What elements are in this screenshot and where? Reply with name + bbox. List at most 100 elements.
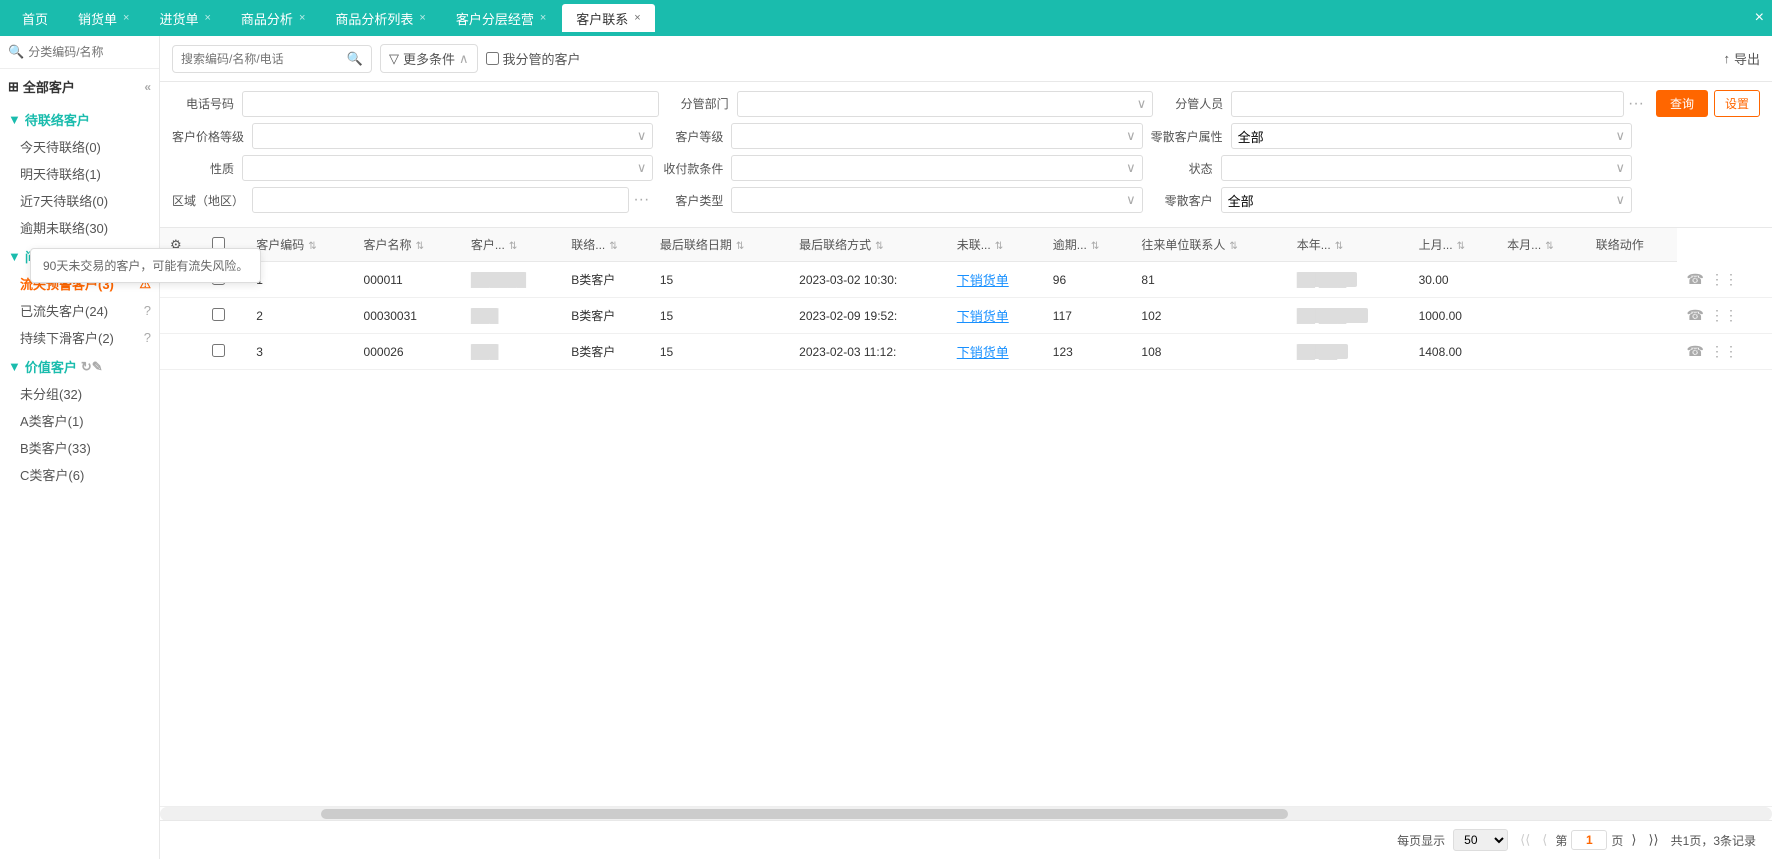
- contact-action-icon[interactable]: ☎: [1687, 343, 1704, 360]
- filter-customer-type-select[interactable]: ∨: [731, 187, 1142, 213]
- chevron-up-icon: ∧: [459, 51, 469, 67]
- my-customers-check[interactable]: [486, 52, 499, 65]
- cell-date: 2023-02-03 11:12:: [789, 334, 947, 370]
- row-checkbox[interactable]: [212, 308, 225, 321]
- filter-person-dots[interactable]: ···: [1624, 95, 1648, 113]
- filter-nature-label: 性质: [172, 160, 242, 177]
- filter-payment-select[interactable]: ∨: [731, 155, 1142, 181]
- sort-icon-this-year[interactable]: ⇅: [1335, 241, 1343, 252]
- sidebar-search-box[interactable]: 🔍: [0, 36, 159, 69]
- scroll-thumb[interactable]: [321, 809, 1288, 819]
- search-submit-icon[interactable]: 🔍: [347, 51, 363, 67]
- filter-person-select[interactable]: [1231, 91, 1624, 117]
- contact-method-link[interactable]: 下销货单: [957, 273, 1009, 288]
- tab-customer-segment-close[interactable]: ×: [540, 12, 546, 24]
- query-btn[interactable]: 查询: [1656, 90, 1708, 117]
- sidebar-collapse-btn[interactable]: «: [144, 80, 151, 94]
- contact-method-link[interactable]: 下销货单: [957, 345, 1009, 360]
- tab-sales[interactable]: 销货单 ×: [64, 4, 143, 32]
- last-page-btn[interactable]: ⟩⟩: [1644, 830, 1662, 850]
- sidebar-item-tomorrow-pending[interactable]: 明天待联络(1): [0, 160, 159, 187]
- sidebar-item-7day-pending[interactable]: 近7天待联络(0): [0, 187, 159, 214]
- filter-region-dots[interactable]: ···: [629, 191, 653, 209]
- more-action-icon[interactable]: ⋮⋮: [1710, 343, 1738, 360]
- tab-customer-segment[interactable]: 客户分层经营 ×: [442, 4, 560, 32]
- row-checkbox[interactable]: [212, 344, 225, 357]
- cell-contact: 15: [650, 334, 789, 370]
- tab-product-analysis[interactable]: 商品分析 ×: [227, 4, 319, 32]
- contact-action-icon[interactable]: ☎: [1687, 271, 1704, 288]
- filter-nature-select[interactable]: ∨: [242, 155, 653, 181]
- edit-icon[interactable]: ✎: [92, 359, 103, 375]
- sidebar-item-class-a[interactable]: A类客户(1): [0, 407, 159, 434]
- cell-checkbox[interactable]: [202, 298, 246, 334]
- cell-person: ██ ██...: [1287, 334, 1409, 370]
- filter-region-label: 区域（地区）: [172, 192, 252, 209]
- sort-icon-last-month[interactable]: ⇅: [1457, 241, 1465, 252]
- cell-checkbox[interactable]: [202, 334, 246, 370]
- cell-method[interactable]: 下销货单: [947, 334, 1043, 370]
- contact-method-link[interactable]: 下销货单: [957, 309, 1009, 324]
- filter-customer-level-select[interactable]: ∨: [731, 123, 1142, 149]
- per-page-select[interactable]: 50 100 200: [1453, 829, 1508, 851]
- filter-price-level-select[interactable]: ∨: [252, 123, 653, 149]
- sidebar-item-ungrouped[interactable]: 未分组(32): [0, 380, 159, 407]
- filter-dept-select[interactable]: ∨: [737, 91, 1154, 117]
- filter-status-select[interactable]: ∨: [1221, 155, 1632, 181]
- next-page-btn[interactable]: ⟩: [1627, 830, 1640, 850]
- tab-customer-contact-close[interactable]: ×: [634, 12, 640, 24]
- sidebar-all-customers[interactable]: ⊞ 全部客户 «: [0, 69, 159, 104]
- sort-icon-overdue[interactable]: ⇅: [1091, 241, 1099, 252]
- close-all-tabs[interactable]: ×: [1755, 9, 1764, 27]
- search-input[interactable]: [181, 52, 347, 66]
- more-action-icon[interactable]: ⋮⋮: [1710, 271, 1738, 288]
- refresh-icon[interactable]: ↻: [81, 359, 92, 375]
- sidebar-item-declining[interactable]: 持续下滑客户(2) ?: [0, 324, 159, 351]
- cell-method[interactable]: 下销货单: [947, 262, 1043, 298]
- sidebar-item-today-pending[interactable]: 今天待联络(0): [0, 133, 159, 160]
- filter-more-btn[interactable]: ▽ 更多条件 ∧: [380, 44, 478, 73]
- prev-page-btn[interactable]: ⟨: [1538, 830, 1551, 850]
- sidebar-search-input[interactable]: [28, 45, 151, 59]
- sort-icon-method[interactable]: ⇅: [875, 241, 883, 252]
- filter-status: 状态 ∨: [1151, 155, 1632, 181]
- sort-icon-contact[interactable]: ⇅: [609, 241, 617, 252]
- sort-icon-this-month[interactable]: ⇅: [1545, 241, 1553, 252]
- sidebar-group-value[interactable]: ▼ 价值客户 ↻ ✎: [0, 351, 159, 380]
- sort-icon-name[interactable]: ⇅: [416, 241, 424, 252]
- sidebar-item-churned[interactable]: 已流失客户(24) ?: [0, 297, 159, 324]
- tab-product-list-close[interactable]: ×: [419, 12, 425, 24]
- horizontal-scrollbar[interactable]: [160, 806, 1772, 820]
- cell-method[interactable]: 下销货单: [947, 298, 1043, 334]
- sidebar-group-pending[interactable]: ▼ 待联络客户: [0, 104, 159, 133]
- settings-btn[interactable]: 设置: [1714, 90, 1760, 117]
- filter-scatter-prop-select[interactable]: 全部 ∨: [1231, 123, 1632, 149]
- tab-home[interactable]: 首页: [8, 4, 62, 32]
- page-input[interactable]: [1571, 830, 1607, 850]
- first-page-btn[interactable]: ⟨⟨: [1516, 830, 1534, 850]
- tab-product-analysis-close[interactable]: ×: [299, 12, 305, 24]
- filter-phone-input[interactable]: [242, 91, 659, 117]
- tab-sales-close[interactable]: ×: [123, 12, 129, 24]
- more-action-icon[interactable]: ⋮⋮: [1710, 307, 1738, 324]
- sidebar-group-value-label: 价值客户: [25, 357, 77, 376]
- sort-icon-date[interactable]: ⇅: [736, 241, 744, 252]
- tab-product-list[interactable]: 商品分析列表 ×: [321, 4, 439, 32]
- contact-action-icon[interactable]: ☎: [1687, 307, 1704, 324]
- tab-customer-contact[interactable]: 客户联系 ×: [562, 4, 654, 32]
- filter-person-label: 分管人员: [1161, 95, 1231, 112]
- tab-purchase[interactable]: 进货单 ×: [145, 4, 224, 32]
- sort-icon-type[interactable]: ⇅: [509, 241, 517, 252]
- sidebar-item-class-b[interactable]: B类客户(33): [0, 434, 159, 461]
- sidebar-item-overdue-contact[interactable]: 逾期未联络(30): [0, 214, 159, 241]
- filter-scatter-select[interactable]: 全部 ∨: [1221, 187, 1632, 213]
- export-btn[interactable]: ↑ 导出: [1723, 49, 1760, 68]
- sort-icon-person[interactable]: ⇅: [1229, 241, 1237, 252]
- tab-purchase-close[interactable]: ×: [204, 12, 210, 24]
- filter-region-select[interactable]: [252, 187, 629, 213]
- search-box[interactable]: 🔍: [172, 45, 372, 73]
- my-customers-checkbox[interactable]: 我分管的客户: [486, 49, 581, 68]
- sort-icon-code[interactable]: ⇅: [308, 241, 316, 252]
- sort-icon-no-contact[interactable]: ⇅: [995, 241, 1003, 252]
- sidebar-item-class-c[interactable]: C类客户(6): [0, 461, 159, 488]
